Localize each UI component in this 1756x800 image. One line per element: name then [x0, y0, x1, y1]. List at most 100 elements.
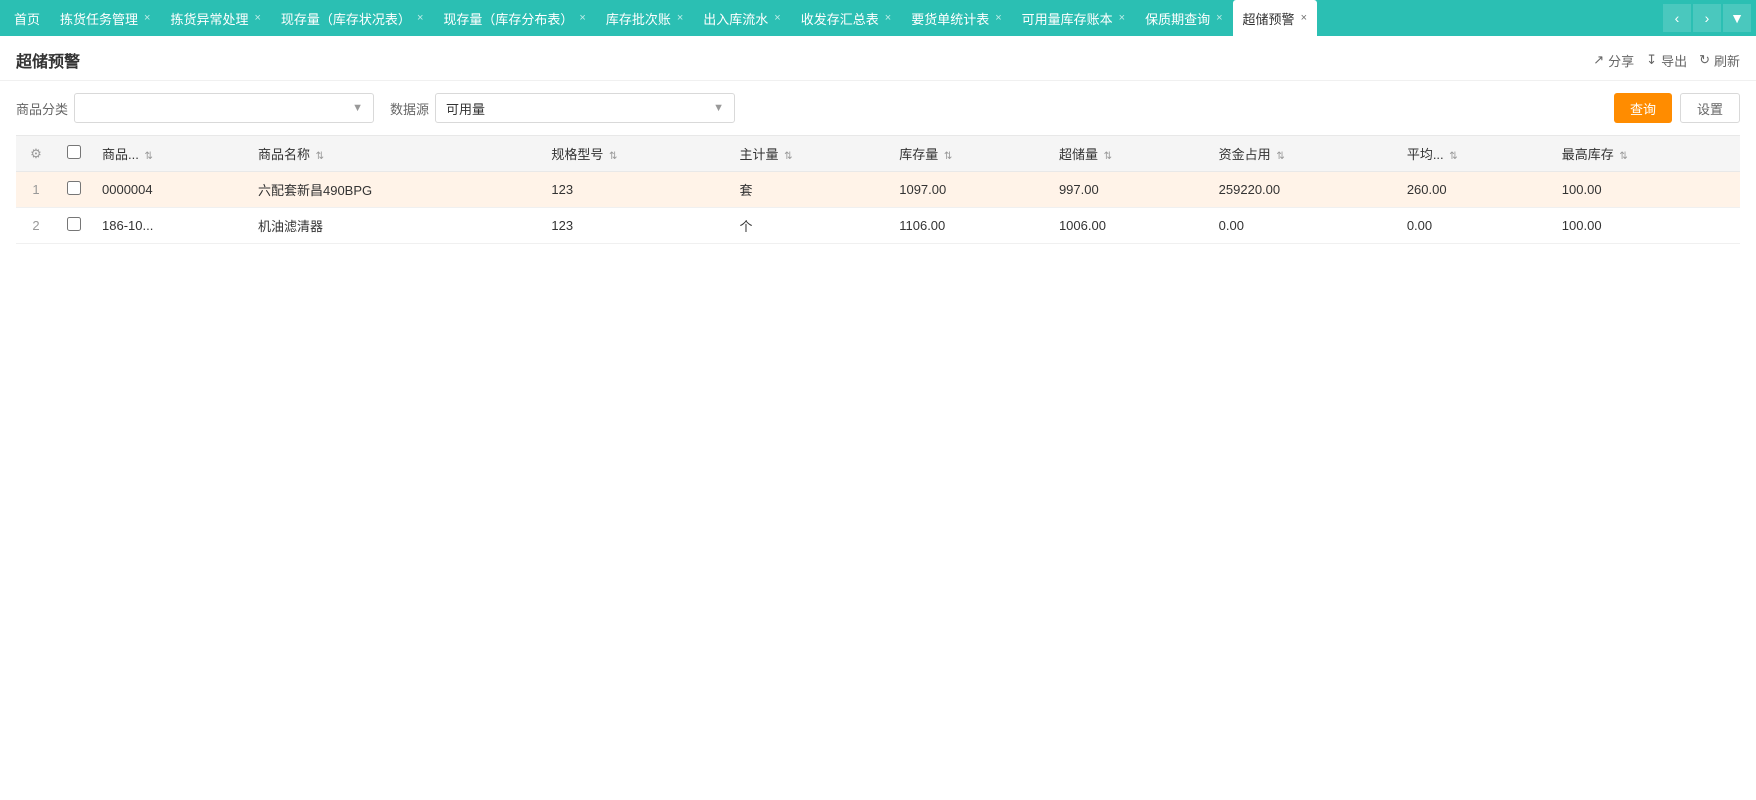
th-product-code-label: 商品...: [102, 147, 139, 162]
nav-tab-6-close[interactable]: ×: [774, 12, 780, 24]
cell-overstock: 1006.00: [1049, 208, 1209, 244]
nav-prev-button[interactable]: ‹: [1663, 4, 1691, 32]
th-stock-label: 库存量: [899, 147, 938, 162]
nav-tab-1-close[interactable]: ×: [144, 12, 150, 24]
row-number: 2: [16, 208, 56, 244]
nav-next-button[interactable]: ›: [1693, 4, 1721, 32]
checkbox-header: [56, 136, 92, 172]
nav-tab-8-close[interactable]: ×: [995, 12, 1001, 24]
th-max-stock[interactable]: 最高库存 ⇅: [1552, 136, 1740, 172]
nav-tab-8-label: 要货单统计表: [911, 9, 989, 28]
cell-spec: 123: [541, 172, 729, 208]
nav-tab-4-label: 现存量（库存分布表）: [443, 9, 573, 28]
nav-tab-1-label: 拣货任务管理: [60, 9, 138, 28]
cell-max-stock: 100.00: [1552, 208, 1740, 244]
nav-tab-3[interactable]: 现存量（库存状况表） ×: [271, 0, 433, 36]
nav-tab-1[interactable]: 拣货任务管理 ×: [50, 0, 160, 36]
th-avg[interactable]: 平均... ⇅: [1397, 136, 1552, 172]
nav-tab-active-close[interactable]: ×: [1301, 12, 1307, 24]
th-product-name[interactable]: 商品名称 ⇅: [248, 136, 541, 172]
nav-tab-4[interactable]: 现存量（库存分布表） ×: [433, 0, 595, 36]
nav-tab-4-close[interactable]: ×: [579, 12, 585, 24]
row-number: 1: [16, 172, 56, 208]
category-filter: 商品分类 ▼: [16, 93, 374, 123]
table-row: 2 186-10... 机油滤清器 123 个 1106.00 1006.00 …: [16, 208, 1740, 244]
nav-tab-7-label: 收发存汇总表: [801, 9, 879, 28]
filter-bar: 商品分类 ▼ 数据源 可用量 ▼ 查询 设置: [0, 81, 1756, 135]
cell-unit: 个: [730, 208, 890, 244]
th-spec-label: 规格型号: [551, 147, 603, 162]
row-checkbox-cell: [56, 172, 92, 208]
select-all-checkbox[interactable]: [67, 145, 81, 159]
cell-spec: 123: [541, 208, 729, 244]
row-checkbox[interactable]: [67, 181, 81, 195]
cell-product-name: 六配套新昌490BPG: [248, 172, 541, 208]
table-header-row: ⚙ 商品... ⇅ 商品名称 ⇅ 规格型号 ⇅: [16, 136, 1740, 172]
cell-stock: 1106.00: [889, 208, 1049, 244]
nav-tab-5-close[interactable]: ×: [677, 12, 683, 24]
nav-tab-8[interactable]: 要货单统计表 ×: [901, 0, 1011, 36]
page-title: 超储预警: [16, 48, 80, 72]
nav-tab-2-close[interactable]: ×: [254, 12, 260, 24]
action-buttons: 查询 设置: [1614, 93, 1740, 123]
category-select[interactable]: ▼: [74, 93, 374, 123]
sort-icon-unit: ⇅: [784, 151, 792, 162]
settings-gear-icon[interactable]: ⚙: [30, 146, 42, 161]
sort-icon-max: ⇅: [1619, 151, 1627, 162]
sort-icon-capital: ⇅: [1276, 151, 1284, 162]
export-button[interactable]: ↧ 导出: [1646, 51, 1687, 70]
nav-tab-home[interactable]: 首页: [4, 0, 50, 36]
cell-product-code: 186-10...: [92, 208, 248, 244]
table-container: ⚙ 商品... ⇅ 商品名称 ⇅ 规格型号 ⇅: [0, 135, 1756, 244]
settings-button[interactable]: 设置: [1680, 93, 1740, 123]
cell-product-code: 0000004: [92, 172, 248, 208]
nav-tab-9-close[interactable]: ×: [1119, 12, 1125, 24]
cell-avg: 260.00: [1397, 172, 1552, 208]
cell-max-stock: 100.00: [1552, 172, 1740, 208]
nav-tab-7[interactable]: 收发存汇总表 ×: [791, 0, 901, 36]
th-overstock[interactable]: 超储量 ⇅: [1049, 136, 1209, 172]
query-button[interactable]: 查询: [1614, 93, 1672, 123]
th-stock[interactable]: 库存量 ⇅: [889, 136, 1049, 172]
refresh-button[interactable]: ↻ 刷新: [1699, 51, 1740, 70]
th-product-code[interactable]: 商品... ⇅: [92, 136, 248, 172]
nav-tab-9[interactable]: 可用量库存账本 ×: [1012, 0, 1135, 36]
sort-icon-code: ⇅: [144, 151, 152, 162]
th-capital[interactable]: 资金占用 ⇅: [1209, 136, 1397, 172]
nav-tab-active-label: 超储预警: [1243, 9, 1295, 28]
nav-tab-5-label: 库存批次账: [606, 9, 671, 28]
share-label: 分享: [1608, 51, 1634, 70]
nav-tab-9-label: 可用量库存账本: [1022, 9, 1113, 28]
page-header: 超储预警 ↗ 分享 ↧ 导出 ↻ 刷新: [0, 36, 1756, 81]
top-nav-bar: 首页 拣货任务管理 × 拣货异常处理 × 现存量（库存状况表） × 现存量（库存…: [0, 0, 1756, 36]
nav-tab-5[interactable]: 库存批次账 ×: [596, 0, 693, 36]
nav-tab-2-label: 拣货异常处理: [170, 9, 248, 28]
sort-icon-stock: ⇅: [944, 151, 952, 162]
table-row: 1 0000004 六配套新昌490BPG 123 套 1097.00 997.…: [16, 172, 1740, 208]
datasource-select[interactable]: 可用量 ▼: [435, 93, 735, 123]
nav-arrows: ‹ › ▼: [1662, 4, 1752, 32]
cell-capital: 0.00: [1209, 208, 1397, 244]
cell-avg: 0.00: [1397, 208, 1552, 244]
datasource-select-value: 可用量: [446, 99, 707, 118]
th-spec[interactable]: 规格型号 ⇅: [541, 136, 729, 172]
th-unit[interactable]: 主计量 ⇅: [730, 136, 890, 172]
nav-tab-3-close[interactable]: ×: [417, 12, 423, 24]
nav-tab-home-label: 首页: [14, 9, 40, 28]
nav-more-button[interactable]: ▼: [1723, 4, 1751, 32]
cell-stock: 1097.00: [889, 172, 1049, 208]
cell-unit: 套: [730, 172, 890, 208]
nav-tab-2[interactable]: 拣货异常处理 ×: [160, 0, 270, 36]
row-checkbox-cell: [56, 208, 92, 244]
nav-tab-6[interactable]: 出入库流水 ×: [693, 0, 790, 36]
share-button[interactable]: ↗ 分享: [1593, 51, 1634, 70]
nav-tab-7-close[interactable]: ×: [885, 12, 891, 24]
sort-icon-overstock: ⇅: [1104, 151, 1112, 162]
refresh-icon: ↻: [1699, 52, 1710, 68]
nav-tab-10-close[interactable]: ×: [1216, 12, 1222, 24]
datasource-label: 数据源: [390, 99, 429, 118]
row-checkbox[interactable]: [67, 217, 81, 231]
nav-tab-active[interactable]: 超储预警 ×: [1233, 0, 1317, 36]
export-icon: ↧: [1646, 52, 1657, 68]
nav-tab-10[interactable]: 保质期查询 ×: [1135, 0, 1232, 36]
